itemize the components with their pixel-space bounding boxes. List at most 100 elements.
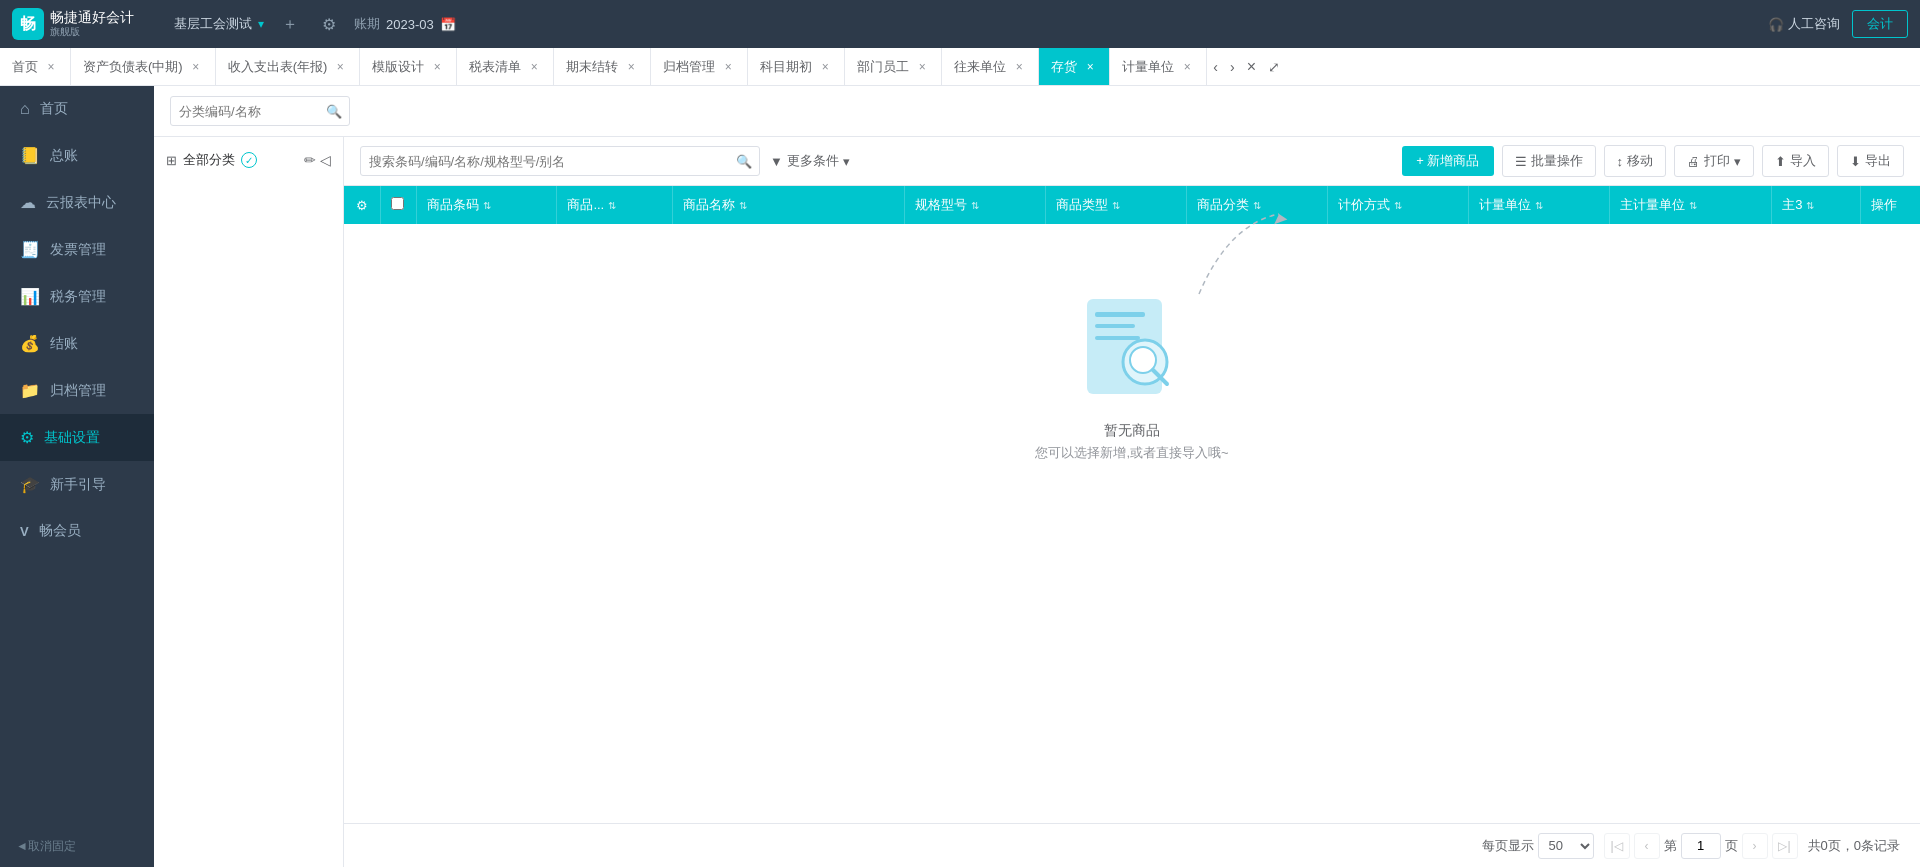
sidebar-item-home[interactable]: ⌂ 首页 bbox=[0, 86, 154, 132]
sidebar-item-member[interactable]: V 畅会员 bbox=[0, 508, 154, 554]
search-icon[interactable]: 🔍 bbox=[326, 104, 342, 119]
page-number-input[interactable] bbox=[1681, 833, 1721, 859]
move-button[interactable]: ↕ 移动 bbox=[1604, 145, 1667, 177]
th-main-unit[interactable]: 主计量单位 ⇅ bbox=[1609, 186, 1771, 224]
sort-unit-icon: ⇅ bbox=[1535, 200, 1543, 211]
tab-next-button[interactable]: › bbox=[1224, 48, 1241, 86]
dashed-arrow-illustration bbox=[1189, 204, 1309, 304]
invoice-icon: 🧾 bbox=[20, 240, 40, 259]
sidebar-item-guide[interactable]: 🎓 新手引导 bbox=[0, 461, 154, 508]
tab-dept[interactable]: 部门员工 × bbox=[845, 48, 942, 86]
archive-icon: 📁 bbox=[20, 381, 40, 400]
th-code[interactable]: 商品... ⇅ bbox=[557, 186, 673, 224]
th-col3[interactable]: 主3 ⇅ bbox=[1772, 186, 1860, 224]
sidebar-label-settle: 结账 bbox=[50, 335, 78, 353]
settings-icon: ⚙ bbox=[20, 428, 34, 447]
tab-homepage[interactable]: 首页 × bbox=[0, 48, 71, 86]
close-tab-inventory[interactable]: × bbox=[1083, 60, 1097, 74]
main-search-input[interactable] bbox=[360, 146, 760, 176]
unpin-button[interactable]: ◄取消固定 bbox=[0, 826, 154, 867]
tab-archive[interactable]: 归档管理 × bbox=[651, 48, 748, 86]
th-unit[interactable]: 计量单位 ⇅ bbox=[1468, 186, 1609, 224]
print-button[interactable]: 🖨 打印 ▾ bbox=[1674, 145, 1754, 177]
add-product-button[interactable]: + 新增商品 bbox=[1402, 146, 1493, 176]
close-tab-income[interactable]: × bbox=[333, 60, 347, 74]
th-checkbox[interactable] bbox=[380, 186, 416, 224]
sidebar-item-invoice[interactable]: 🧾 发票管理 bbox=[0, 226, 154, 273]
tab-income[interactable]: 收入支出表(年报) × bbox=[216, 48, 361, 86]
close-tab-homepage[interactable]: × bbox=[44, 60, 58, 74]
page-size-dropdown[interactable]: 50 10 20 100 bbox=[1538, 833, 1594, 859]
select-all-checkbox[interactable] bbox=[391, 197, 404, 210]
import-icon: ⬆ bbox=[1775, 154, 1786, 169]
tab-template[interactable]: 模版设计 × bbox=[360, 48, 457, 86]
header-right: 🎧 人工咨询 会计 bbox=[1768, 10, 1908, 38]
category-search-wrapper: 🔍 bbox=[170, 96, 350, 126]
tax-icon: 📊 bbox=[20, 287, 40, 306]
tab-prev-button[interactable]: ‹ bbox=[1207, 48, 1224, 86]
tab-contact[interactable]: 往来单位 × bbox=[942, 48, 1039, 86]
category-label: 全部分类 bbox=[183, 151, 235, 169]
sidebar-label-guide: 新手引导 bbox=[50, 476, 106, 494]
close-tab-subject[interactable]: × bbox=[818, 60, 832, 74]
th-settings[interactable]: ⚙ bbox=[344, 186, 380, 224]
export-button[interactable]: ⬇ 导出 bbox=[1837, 145, 1904, 177]
close-all-tabs-button[interactable]: × bbox=[1241, 48, 1262, 86]
category-search-input[interactable] bbox=[170, 96, 350, 126]
close-tab-unit[interactable]: × bbox=[1180, 60, 1194, 74]
close-tab-dept[interactable]: × bbox=[915, 60, 929, 74]
settings-button[interactable]: ⚙ bbox=[316, 11, 342, 38]
sidebar-item-settle[interactable]: 💰 结账 bbox=[0, 320, 154, 367]
move-icon: ↕ bbox=[1617, 154, 1624, 169]
sidebar-item-report[interactable]: ☁ 云报表中心 bbox=[0, 179, 154, 226]
close-tab-balance[interactable]: × bbox=[189, 60, 203, 74]
th-barcode[interactable]: 商品条码 ⇅ bbox=[416, 186, 557, 224]
import-button[interactable]: ⬆ 导入 bbox=[1762, 145, 1829, 177]
empty-state: 暂无商品 您可以选择新增,或者直接导入哦~ bbox=[344, 224, 1920, 522]
sort-code-icon: ⇅ bbox=[608, 200, 616, 211]
close-tab-template[interactable]: × bbox=[430, 60, 444, 74]
page-prev-button[interactable]: ‹ bbox=[1634, 833, 1660, 859]
sidebar-item-tax[interactable]: 📊 税务管理 bbox=[0, 273, 154, 320]
sidebar-item-ledger[interactable]: 📒 总账 bbox=[0, 132, 154, 179]
main-search-wrapper: 🔍 bbox=[360, 146, 760, 176]
logo-subtitle: 旗舰版 bbox=[50, 25, 134, 39]
empty-title: 暂无商品 bbox=[1104, 422, 1160, 440]
sidebar-item-archive[interactable]: 📁 归档管理 bbox=[0, 367, 154, 414]
tab-unit[interactable]: 计量单位 × bbox=[1110, 48, 1207, 86]
th-name[interactable]: 商品名称 ⇅ bbox=[673, 186, 905, 224]
tab-tax[interactable]: 税表清单 × bbox=[457, 48, 554, 86]
page-size-label: 每页显示 bbox=[1482, 837, 1534, 855]
add-tab-button[interactable]: ＋ bbox=[276, 10, 304, 39]
main-layout: ⌂ 首页 📒 总账 ☁ 云报表中心 🧾 发票管理 📊 税务管理 💰 结账 📁 归… bbox=[0, 86, 1920, 867]
close-tab-archive[interactable]: × bbox=[721, 60, 735, 74]
ai-consult-button[interactable]: 🎧 人工咨询 bbox=[1768, 15, 1840, 33]
close-tab-period[interactable]: × bbox=[624, 60, 638, 74]
batch-operation-button[interactable]: ☰ 批量操作 bbox=[1502, 145, 1596, 177]
edit-category-button[interactable]: ✏ bbox=[304, 152, 316, 168]
tab-balance-sheet[interactable]: 资产负债表(中期) × bbox=[71, 48, 216, 86]
account-button[interactable]: 会计 bbox=[1852, 10, 1908, 38]
tab-period-transfer[interactable]: 期末结转 × bbox=[554, 48, 651, 86]
company-selector[interactable]: 基层工会测试 ▾ bbox=[174, 15, 264, 33]
th-type[interactable]: 商品类型 ⇅ bbox=[1046, 186, 1187, 224]
unpin-label: ◄取消固定 bbox=[16, 838, 76, 855]
main-search-icon[interactable]: 🔍 bbox=[736, 154, 752, 169]
ledger-icon: 📒 bbox=[20, 146, 40, 165]
close-tab-tax[interactable]: × bbox=[527, 60, 541, 74]
page-last-button[interactable]: ▷| bbox=[1772, 833, 1798, 859]
sidebar-item-settings[interactable]: ⚙ 基础设置 bbox=[0, 414, 154, 461]
page-first-button[interactable]: |◁ bbox=[1604, 833, 1630, 859]
page-next-button[interactable]: › bbox=[1742, 833, 1768, 859]
collapse-panel-button[interactable]: ◁ bbox=[320, 152, 331, 168]
tab-inventory[interactable]: 存货 × bbox=[1039, 48, 1110, 86]
more-filter-button[interactable]: ▼ 更多条件 ▾ bbox=[770, 152, 850, 170]
th-spec[interactable]: 规格型号 ⇅ bbox=[905, 186, 1046, 224]
sort-col3-icon: ⇅ bbox=[1806, 200, 1814, 211]
tab-subject[interactable]: 科目期初 × bbox=[748, 48, 845, 86]
expand-tab-button[interactable]: ⤢ bbox=[1262, 48, 1286, 86]
period-area: 账期 2023-03 📅 bbox=[354, 15, 456, 33]
sort-barcode-icon: ⇅ bbox=[483, 200, 491, 211]
th-price-method[interactable]: 计价方式 ⇅ bbox=[1327, 186, 1468, 224]
close-tab-contact[interactable]: × bbox=[1012, 60, 1026, 74]
